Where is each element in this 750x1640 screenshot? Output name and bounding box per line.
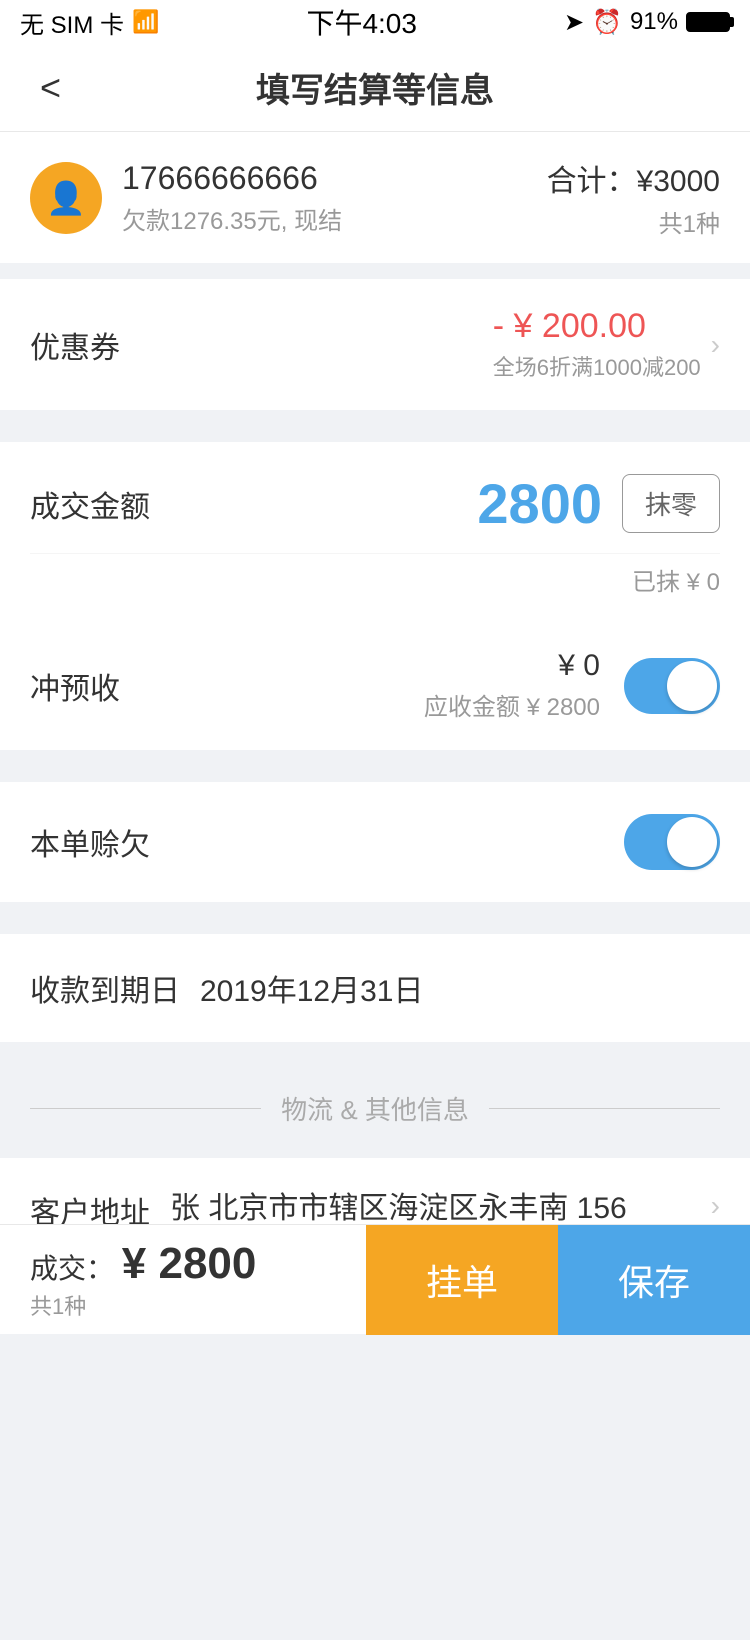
round-button[interactable]: 抹零 <box>622 474 720 533</box>
prepay-values: ¥ 0 应收金额 ¥ 2800 <box>424 649 600 722</box>
coupon-right: - ¥ 200.00 全场6折满1000减200 › <box>493 307 720 382</box>
divider-text: 物流 & 其他信息 <box>281 1090 469 1127</box>
amount-right: 2800 抹零 <box>477 474 720 533</box>
status-right: ➤ ⏰ 91% <box>564 8 730 37</box>
amount-label: 成交金额 <box>30 482 150 526</box>
debt-row: 本单赊欠 <box>30 782 720 902</box>
content-area: 👤 17666666666 欠款1276.35元, 现结 合计：¥3000 共1… <box>0 132 750 1640</box>
section-divider-5 <box>0 1142 750 1158</box>
status-bar: 无 SIM 卡 📶 下午4:03 ➤ ⏰ 91% <box>0 0 750 44</box>
coupon-chevron: › <box>711 329 720 361</box>
hold-button[interactable]: 挂单 <box>366 1225 558 1335</box>
coupon-row[interactable]: 优惠券 - ¥ 200.00 全场6折满1000减200 › <box>0 279 750 410</box>
alarm-icon: ⏰ <box>592 8 622 37</box>
prepay-toggle[interactable] <box>624 658 720 714</box>
address-chevron: › <box>711 1186 720 1222</box>
battery-icon <box>686 12 730 32</box>
prepay-sub: 应收金额 ¥ 2800 <box>424 687 600 722</box>
customer-count: 共1种 <box>547 204 720 239</box>
footer-count: 共1种 <box>30 1289 336 1321</box>
debt-label: 本单赊欠 <box>30 820 150 864</box>
nav-bar: < 填写结算等信息 <box>0 44 750 132</box>
section-divider-3 <box>0 918 750 934</box>
amount-section: 成交金额 2800 抹零 已抹 ¥ 0 冲预收 ¥ 0 应收金额 ¥ 2800 <box>0 442 750 750</box>
customer-card: 👤 17666666666 欠款1276.35元, 现结 合计：¥3000 共1… <box>0 132 750 263</box>
divider-line-left <box>30 1108 261 1109</box>
customer-right: 合计：¥3000 共1种 <box>547 156 720 239</box>
coupon-desc: 全场6折满1000减200 <box>493 350 701 382</box>
section-divider-2 <box>0 766 750 782</box>
footer-amount-label: 成交： <box>30 1253 114 1284</box>
coupon-discount: - ¥ 200.00 <box>493 307 701 346</box>
logistics-divider: 物流 & 其他信息 <box>0 1078 750 1138</box>
debt-section: 本单赊欠 <box>0 782 750 902</box>
section-divider-1 <box>0 426 750 442</box>
debt-toggle[interactable] <box>624 814 720 870</box>
customer-phone: 17666666666 <box>122 160 342 197</box>
footer-amount: ¥ 2800 <box>122 1239 257 1288</box>
customer-info: 17666666666 欠款1276.35元, 现结 <box>122 160 342 236</box>
amount-row: 成交金额 2800 抹零 <box>30 442 720 554</box>
customer-total: 合计：¥3000 <box>547 156 720 200</box>
footer-amount-row: 成交： ¥ 2800 <box>30 1239 336 1289</box>
prepay-row: 冲预收 ¥ 0 应收金额 ¥ 2800 <box>30 621 720 750</box>
amount-sub: 已抹 ¥ 0 <box>30 554 720 621</box>
prepay-right: ¥ 0 应收金额 ¥ 2800 <box>424 649 720 722</box>
coupon-right-info: - ¥ 200.00 全场6折满1000减200 <box>493 307 701 382</box>
footer: 成交： ¥ 2800 共1种 挂单 保存 <box>0 1224 750 1334</box>
amount-value: 2800 <box>477 476 602 532</box>
status-time: 下午4:03 <box>306 2 417 42</box>
page-title: 填写结算等信息 <box>256 63 494 112</box>
avatar: 👤 <box>30 162 102 234</box>
due-date-value: 2019年12月31日 <box>200 966 423 1010</box>
prepay-amount: ¥ 0 <box>424 649 600 683</box>
status-left: 无 SIM 卡 📶 <box>20 5 159 40</box>
customer-left: 👤 17666666666 欠款1276.35元, 现结 <box>30 160 342 236</box>
save-button[interactable]: 保存 <box>558 1225 750 1335</box>
prepay-label: 冲预收 <box>30 664 120 708</box>
section-divider-4 <box>0 1058 750 1074</box>
customer-sub: 欠款1276.35元, 现结 <box>122 201 342 236</box>
due-date-row: 收款到期日 2019年12月31日 <box>0 934 750 1042</box>
coupon-label: 优惠券 <box>30 323 120 367</box>
carrier-text: 无 SIM 卡 <box>20 5 124 40</box>
divider-line-right <box>489 1108 720 1109</box>
bottom-spacer <box>0 1320 750 1520</box>
prepay-toggle-thumb <box>667 661 717 711</box>
wifi-icon: 📶 <box>132 9 159 35</box>
back-button[interactable]: < <box>30 57 71 119</box>
footer-left: 成交： ¥ 2800 共1种 <box>0 1239 366 1321</box>
debt-toggle-thumb <box>667 817 717 867</box>
due-date-label: 收款到期日 <box>30 966 180 1010</box>
battery-text: 91% <box>630 8 678 36</box>
location-icon: ➤ <box>564 8 584 37</box>
